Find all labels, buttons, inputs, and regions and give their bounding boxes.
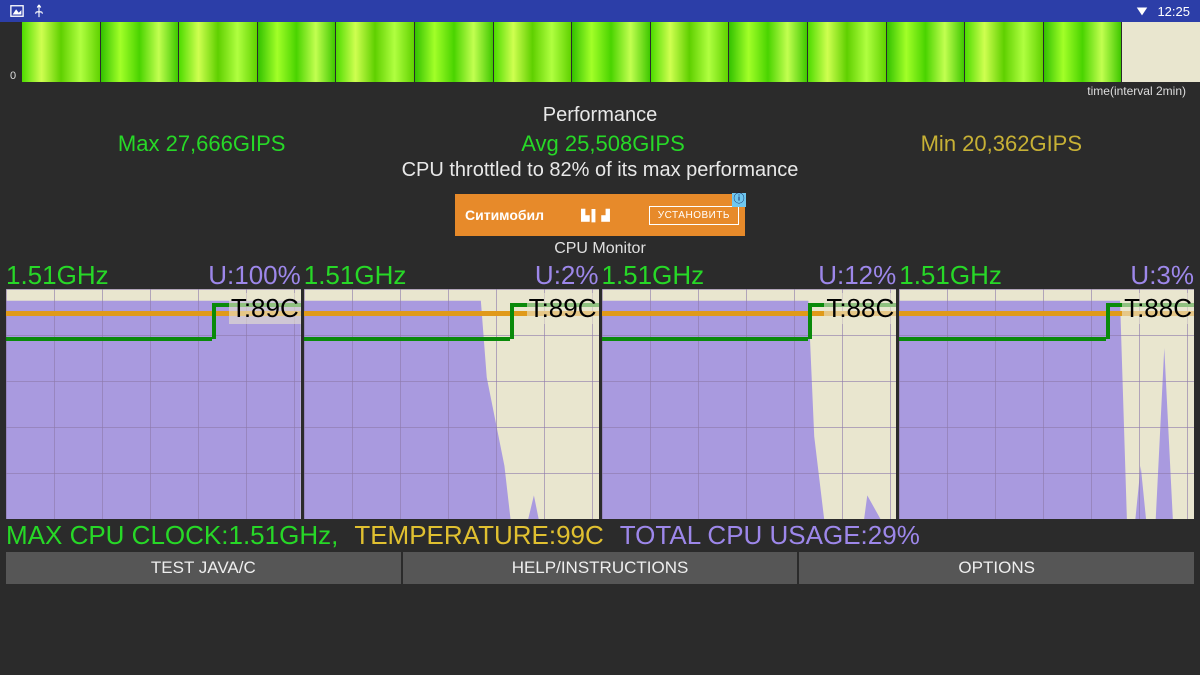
cpu-chart: T:89C xyxy=(304,289,599,519)
cpu-freq: 1.51GHz xyxy=(899,262,1002,289)
temp-line xyxy=(6,337,212,341)
android-status-bar: 12:25 xyxy=(0,0,1200,22)
spec-bar xyxy=(101,22,179,82)
temp-vert xyxy=(808,303,812,339)
cpu-card-0: 1.51GHz U:100% T:89C xyxy=(6,262,301,519)
usb-icon xyxy=(32,4,46,18)
axis-zero: 0 xyxy=(10,70,16,82)
spectro-bars xyxy=(22,22,1200,82)
temp-label: T:89C xyxy=(229,293,301,324)
status-left xyxy=(10,4,46,18)
cpu-card-2: 1.51GHz U:12% T:88C xyxy=(602,262,897,519)
spec-bar xyxy=(1044,22,1122,82)
temp-vert xyxy=(1106,303,1110,339)
performance-block: Performance Max 27,666GIPS Avg 25,508GIP… xyxy=(0,98,1200,186)
cpu-head: 1.51GHz U:2% xyxy=(304,262,599,289)
temp-label: T:88C xyxy=(824,293,896,324)
spec-bar xyxy=(651,22,729,82)
cpu-head: 1.51GHz U:100% xyxy=(6,262,301,289)
temp-vert xyxy=(212,303,216,339)
cpu-chart: T:89C xyxy=(6,289,301,519)
cpu-usage: U:3% xyxy=(1130,262,1194,289)
spec-bar xyxy=(965,22,1043,82)
status-right: 12:25 xyxy=(1135,4,1190,19)
cpu-freq: 1.51GHz xyxy=(6,262,109,289)
temp-line xyxy=(304,337,510,341)
help-instructions-button[interactable]: HELP/INSTRUCTIONS xyxy=(403,552,798,584)
ad-banner[interactable]: Ситимобил ▙▌▟ УСТАНОВИТЬ ⓘ xyxy=(455,194,745,236)
perf-min: Min 20,362GIPS xyxy=(921,131,1082,157)
performance-row: Max 27,666GIPS Avg 25,508GIPS Min 20,362… xyxy=(0,131,1200,157)
ad-install-button[interactable]: УСТАНОВИТЬ xyxy=(649,206,739,225)
spec-bar xyxy=(179,22,257,82)
clock-text: 12:25 xyxy=(1157,4,1190,19)
time-interval-label: time(interval 2min) xyxy=(0,82,1200,98)
options-button[interactable]: OPTIONS xyxy=(799,552,1194,584)
temp-vert xyxy=(510,303,514,339)
wifi-icon xyxy=(1135,4,1149,18)
performance-title: Performance xyxy=(0,104,1200,127)
throttle-spectrogram: 0 xyxy=(0,22,1200,82)
cpu-usage: U:12% xyxy=(818,262,896,289)
spec-bar xyxy=(258,22,336,82)
picture-notification-icon xyxy=(10,4,24,18)
temp-label: T:88C xyxy=(1122,293,1194,324)
perf-avg: Avg 25,508GIPS xyxy=(521,131,685,157)
ad-info-icon[interactable]: ⓘ xyxy=(732,193,746,207)
spec-bar-empty xyxy=(1122,22,1200,82)
throttle-text: CPU throttled to 82% of its max performa… xyxy=(0,159,1200,182)
perf-max: Max 27,666GIPS xyxy=(118,131,286,157)
cpu-usage: U:100% xyxy=(208,262,301,289)
test-java-c-button[interactable]: TEST JAVA/C xyxy=(6,552,401,584)
total-max-clock: MAX CPU CLOCK:1.51GHz, xyxy=(6,521,338,550)
spec-bar xyxy=(494,22,572,82)
spec-bar xyxy=(887,22,965,82)
spectro-axis: 0 xyxy=(0,22,22,82)
ad-brand: Ситимобил xyxy=(465,207,544,223)
cpu-monitor-label: CPU Monitor xyxy=(0,240,1200,258)
spec-bar xyxy=(729,22,807,82)
cpu-freq: 1.51GHz xyxy=(304,262,407,289)
cpu-grid: 1.51GHz U:100% T:89C 1.51GHz U:2% xyxy=(0,262,1200,519)
total-temperature: TEMPERATURE:99C xyxy=(354,521,603,550)
cpu-head: 1.51GHz U:12% xyxy=(602,262,897,289)
spec-bar xyxy=(336,22,414,82)
cpu-head: 1.51GHz U:3% xyxy=(899,262,1194,289)
cpu-usage: U:2% xyxy=(535,262,599,289)
temp-label: T:89C xyxy=(527,293,599,324)
cpu-chart: T:88C xyxy=(602,289,897,519)
temp-line xyxy=(602,337,808,341)
spec-bar xyxy=(572,22,650,82)
spec-bar xyxy=(808,22,886,82)
temp-line xyxy=(899,337,1105,341)
button-row: TEST JAVA/C HELP/INSTRUCTIONS OPTIONS xyxy=(0,552,1200,590)
cpu-card-3: 1.51GHz U:3% T:88C xyxy=(899,262,1194,519)
cpu-chart: T:88C xyxy=(899,289,1194,519)
cpu-card-1: 1.51GHz U:2% T:89C xyxy=(304,262,599,519)
spec-bar xyxy=(415,22,493,82)
total-cpu-usage: TOTAL CPU USAGE:29% xyxy=(620,521,920,550)
totals-row: MAX CPU CLOCK:1.51GHz, TEMPERATURE:99C T… xyxy=(0,519,1200,552)
cpu-freq: 1.51GHz xyxy=(602,262,705,289)
ad-dots-icon: ▙▌▟ xyxy=(581,209,612,222)
spec-bar xyxy=(22,22,100,82)
